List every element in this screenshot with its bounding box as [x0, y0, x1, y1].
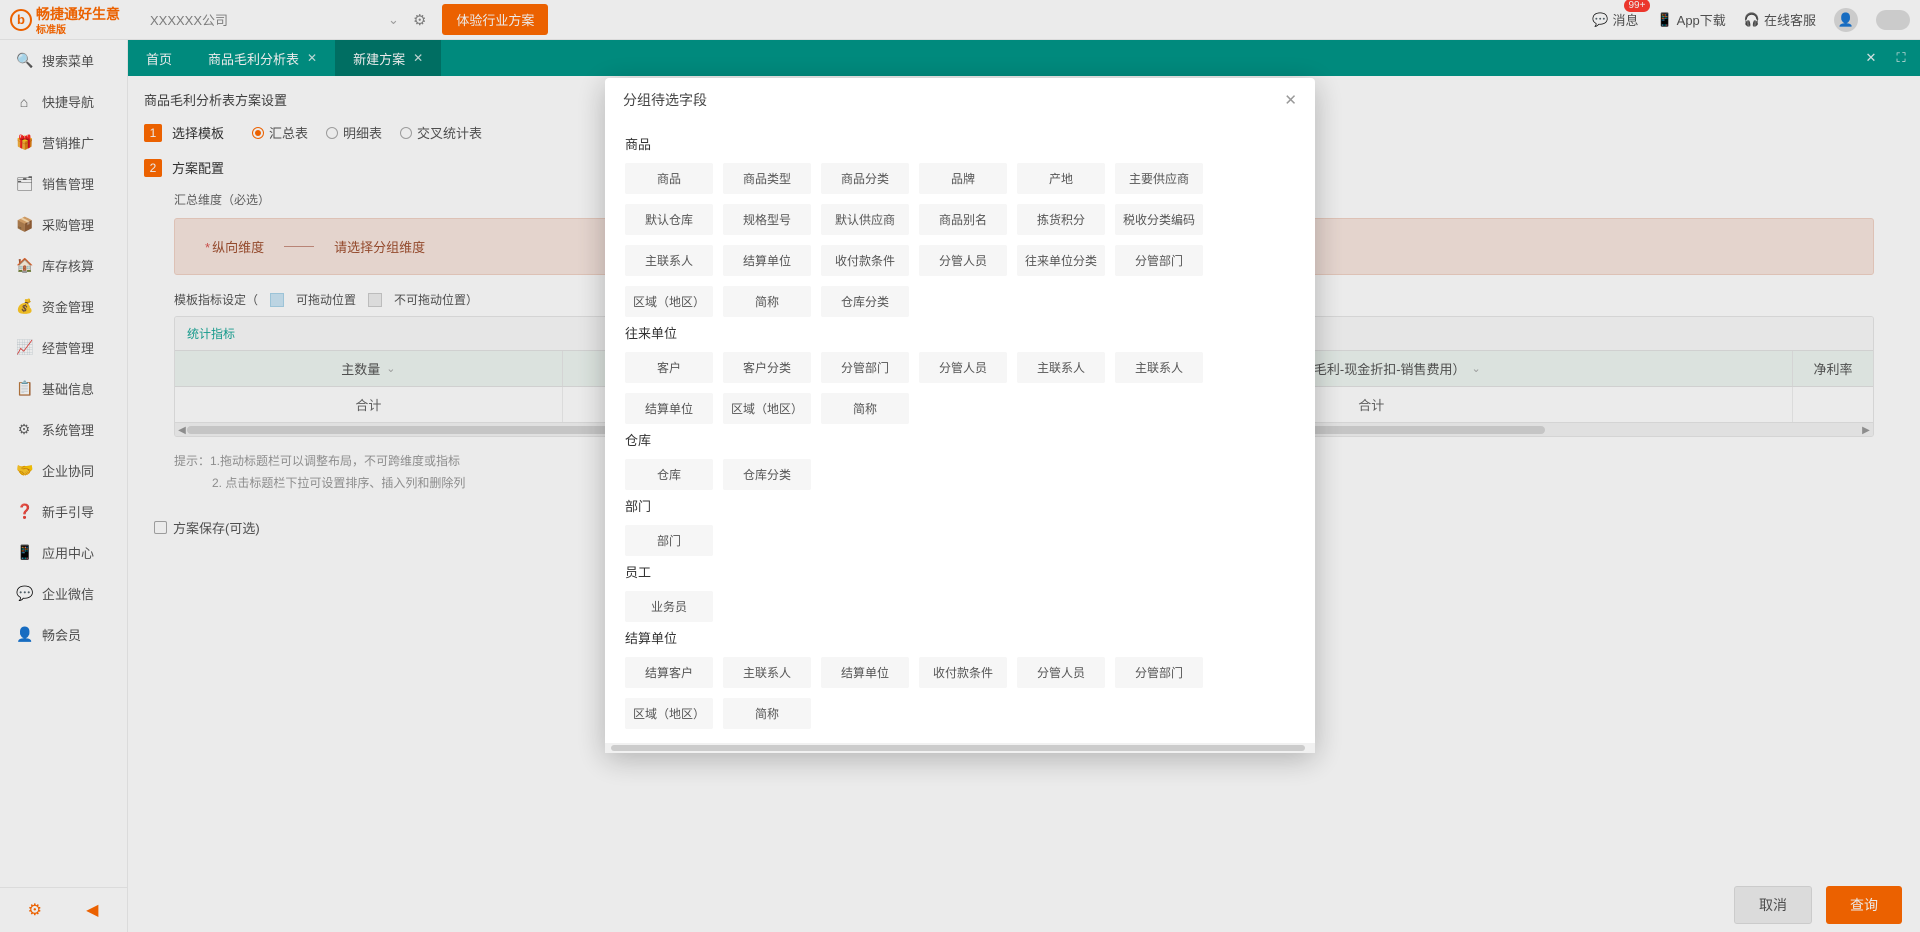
- field-chip[interactable]: 客户: [625, 352, 713, 383]
- field-selector-modal: 分组待选字段 ✕ 商品商品商品类型商品分类品牌产地主要供应商默认仓库规格型号默认…: [605, 78, 1315, 753]
- field-group-chips: 客户客户分类分管部门分管人员主联系人主联系人结算单位区域（地区）简称: [625, 352, 1295, 424]
- field-group-title: 员工: [625, 562, 1295, 581]
- field-group-title: 部门: [625, 496, 1295, 515]
- field-group-title: 商品: [625, 134, 1295, 153]
- field-group-title: 往来单位: [625, 323, 1295, 342]
- field-chip[interactable]: 区域（地区）: [625, 698, 713, 729]
- field-chip[interactable]: 业务员: [625, 591, 713, 622]
- field-chip[interactable]: 仓库分类: [723, 459, 811, 490]
- field-chip[interactable]: 税收分类编码: [1115, 204, 1203, 235]
- field-chip[interactable]: 收付款条件: [821, 245, 909, 276]
- field-chip[interactable]: 产地: [1017, 163, 1105, 194]
- field-group-chips: 部门: [625, 525, 1295, 556]
- field-chip[interactable]: 商品别名: [919, 204, 1007, 235]
- field-chip[interactable]: 主联系人: [1017, 352, 1105, 383]
- field-chip[interactable]: 分管部门: [1115, 657, 1203, 688]
- field-chip[interactable]: 分管人员: [919, 245, 1007, 276]
- modal-scroll-thumb[interactable]: [611, 745, 1305, 751]
- field-chip[interactable]: 区域（地区）: [625, 286, 713, 317]
- field-group-chips: 商品商品类型商品分类品牌产地主要供应商默认仓库规格型号默认供应商商品别名拣货积分…: [625, 163, 1295, 317]
- field-chip[interactable]: 分管部门: [821, 352, 909, 383]
- modal-close-icon[interactable]: ✕: [1284, 91, 1297, 109]
- modal-body: 商品商品商品类型商品分类品牌产地主要供应商默认仓库规格型号默认供应商商品别名拣货…: [605, 122, 1315, 743]
- field-chip[interactable]: 结算客户: [625, 657, 713, 688]
- field-chip[interactable]: 客户分类: [723, 352, 811, 383]
- field-chip[interactable]: 品牌: [919, 163, 1007, 194]
- field-chip[interactable]: 分管人员: [919, 352, 1007, 383]
- field-chip[interactable]: 仓库分类: [821, 286, 909, 317]
- field-chip[interactable]: 规格型号: [723, 204, 811, 235]
- field-chip[interactable]: 简称: [723, 286, 811, 317]
- field-chip[interactable]: 往来单位分类: [1017, 245, 1105, 276]
- field-group-title: 结算单位: [625, 628, 1295, 647]
- modal-mask: 分组待选字段 ✕ 商品商品商品类型商品分类品牌产地主要供应商默认仓库规格型号默认…: [0, 0, 1920, 932]
- modal-h-scrollbar[interactable]: [605, 743, 1315, 753]
- field-chip[interactable]: 主联系人: [723, 657, 811, 688]
- field-chip[interactable]: 主联系人: [625, 245, 713, 276]
- field-chip[interactable]: 拣货积分: [1017, 204, 1105, 235]
- field-chip[interactable]: 结算单位: [723, 245, 811, 276]
- field-group-chips: 结算客户主联系人结算单位收付款条件分管人员分管部门区域（地区） 简称: [625, 657, 1295, 729]
- modal-header: 分组待选字段 ✕: [605, 78, 1315, 122]
- field-group-title: 仓库: [625, 430, 1295, 449]
- field-chip[interactable]: 收付款条件: [919, 657, 1007, 688]
- field-chip[interactable]: 商品: [625, 163, 713, 194]
- field-chip[interactable]: 商品分类: [821, 163, 909, 194]
- field-chip[interactable]: 默认供应商: [821, 204, 909, 235]
- field-chip[interactable]: 结算单位: [625, 393, 713, 424]
- modal-title: 分组待选字段: [623, 90, 707, 110]
- field-chip[interactable]: 仓库: [625, 459, 713, 490]
- field-chip[interactable]: 简称: [723, 698, 811, 729]
- field-chip[interactable]: 分管部门: [1115, 245, 1203, 276]
- field-chip[interactable]: 默认仓库: [625, 204, 713, 235]
- field-chip[interactable]: 结算单位: [821, 657, 909, 688]
- field-chip[interactable]: 商品类型: [723, 163, 811, 194]
- field-chip[interactable]: 分管人员: [1017, 657, 1105, 688]
- field-group-chips: 仓库仓库分类: [625, 459, 1295, 490]
- field-chip[interactable]: 主要供应商: [1115, 163, 1203, 194]
- field-chip[interactable]: 部门: [625, 525, 713, 556]
- field-chip[interactable]: 主联系人: [1115, 352, 1203, 383]
- field-chip[interactable]: 简称: [821, 393, 909, 424]
- field-group-chips: 业务员: [625, 591, 1295, 622]
- field-chip[interactable]: 区域（地区）: [723, 393, 811, 424]
